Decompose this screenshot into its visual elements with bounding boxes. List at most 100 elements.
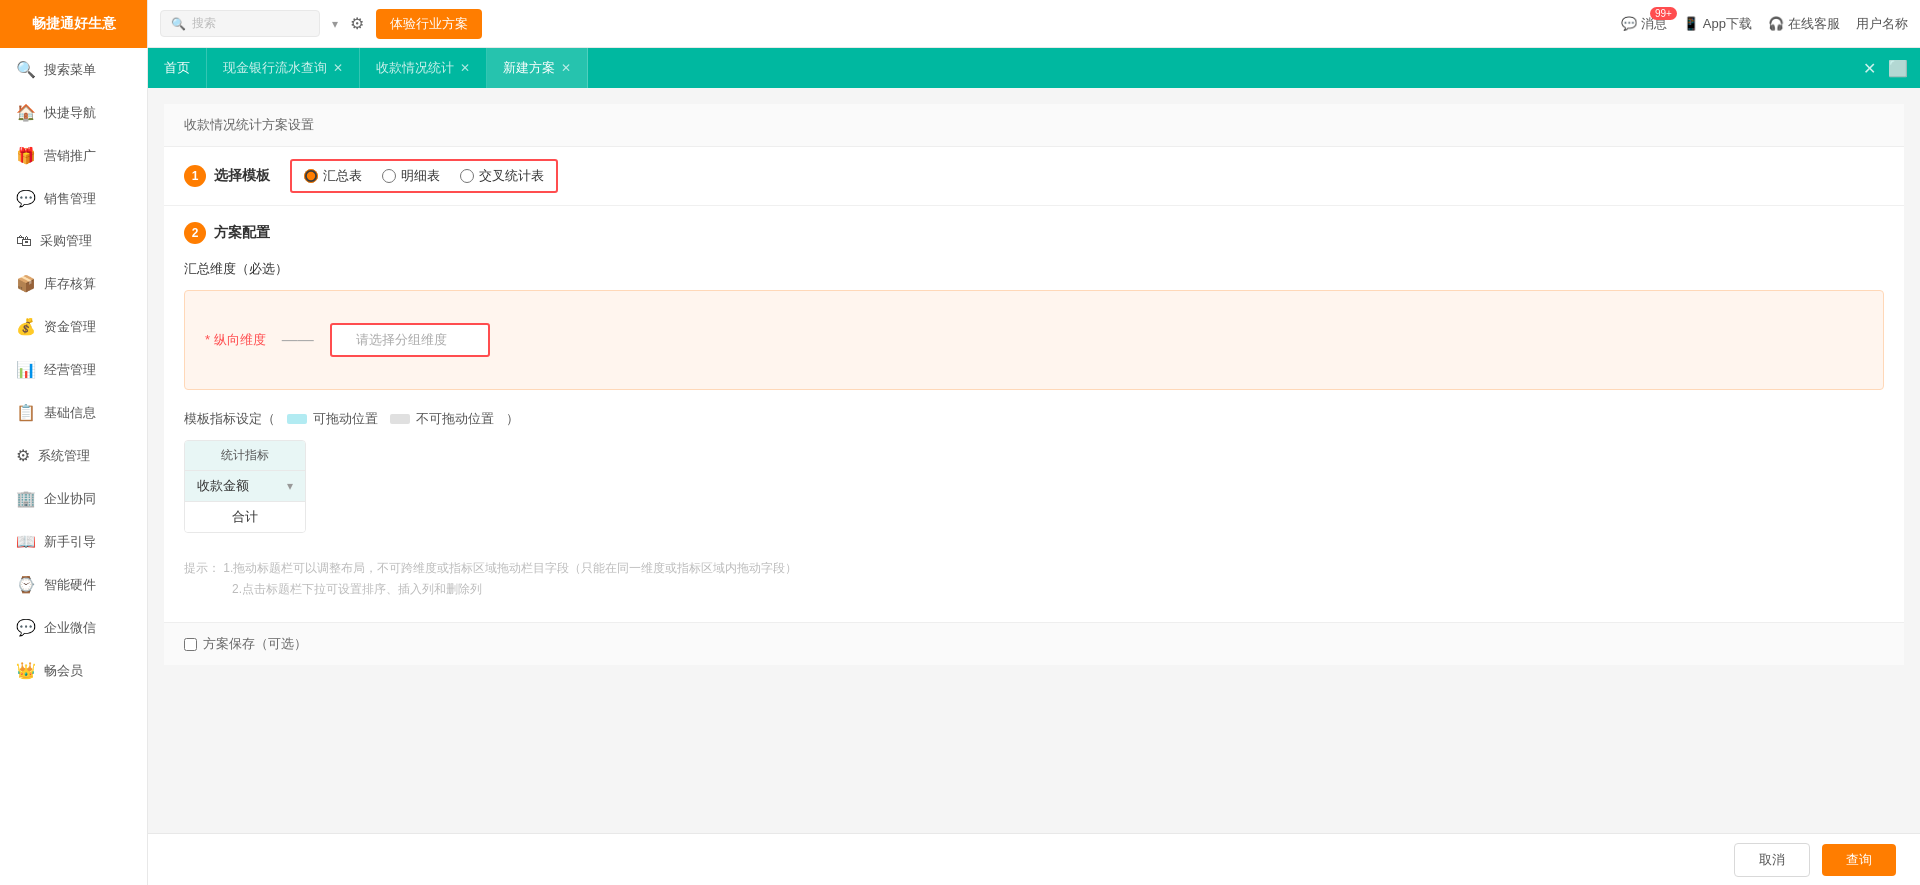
sidebar-item-operation[interactable]: 📊 经营管理 (0, 348, 147, 391)
home-icon: 🏠 (16, 103, 36, 122)
sidebar-item-label: 快捷导航 (44, 104, 96, 122)
service-label: 在线客服 (1788, 15, 1840, 33)
sidebar-item-label: 智能硬件 (44, 576, 96, 594)
sidebar-item-label: 畅会员 (44, 662, 83, 680)
download-label: App下载 (1703, 15, 1752, 33)
sidebar-item-inventory[interactable]: 📦 库存核算 (0, 262, 147, 305)
draggable-color-swatch (287, 414, 307, 424)
sidebar-item-quick-nav[interactable]: 🏠 快捷导航 (0, 91, 147, 134)
tab-new-scheme[interactable]: 新建方案 ✕ (487, 48, 588, 88)
template-selection-box: 汇总表 明细表 交叉统计表 (290, 159, 558, 193)
draggable-label: 可拖动位置 (313, 410, 378, 428)
radio-cross-label: 交叉统计表 (479, 167, 544, 185)
service-button[interactable]: 🎧 在线客服 (1768, 15, 1840, 33)
sidebar-item-member[interactable]: 👑 畅会员 (0, 649, 147, 692)
user-info[interactable]: 用户名称 (1856, 15, 1908, 33)
row-dimension-label: * 纵向维度 (205, 331, 266, 349)
sidebar-item-label: 资金管理 (44, 318, 96, 336)
radio-summary-label: 汇总表 (323, 167, 362, 185)
tab-bank-flow-close[interactable]: ✕ (333, 61, 343, 75)
purchase-icon: 🛍 (16, 232, 32, 250)
basic-info-icon: 📋 (16, 403, 36, 422)
tabbar: 首页 现金银行流水查询 ✕ 收款情况统计 ✕ 新建方案 ✕ ✕ ⬜ (148, 48, 1920, 88)
tab-new-scheme-close[interactable]: ✕ (561, 61, 571, 75)
tips-section: 提示： 1.拖动标题栏可以调整布局，不可跨维度或指标区域拖动栏目字段（只能在同一… (164, 552, 1904, 622)
radio-summary-input[interactable] (304, 169, 318, 183)
step2-num: 2 (184, 222, 206, 244)
legend-draggable: 可拖动位置 (287, 410, 378, 428)
close-paren: ） (506, 410, 519, 428)
message-badge: 99+ (1650, 7, 1677, 20)
fixed-color-swatch (390, 414, 410, 424)
sidebar-item-label: 企业协同 (44, 490, 96, 508)
message-button[interactable]: 💬 消息 99+ (1621, 15, 1667, 33)
main-content: 收款情况统计方案设置 1 选择模板 汇总表 明细表 (148, 88, 1920, 885)
legend-fixed: 不可拖动位置 (390, 410, 494, 428)
sidebar-item-label: 系统管理 (38, 447, 90, 465)
tab-home-label: 首页 (164, 59, 190, 77)
tab-home[interactable]: 首页 (148, 48, 207, 88)
stats-table-header: 统计指标 (185, 441, 305, 471)
operation-icon: 📊 (16, 360, 36, 379)
sidebar: 畅捷通好生意 🔍 搜索菜单 🏠 快捷导航 🎁 营销推广 💬 销售管理 🛍 采购管… (0, 0, 148, 885)
tab-receipt-stats-label: 收款情况统计 (376, 59, 454, 77)
tab-receipt-stats[interactable]: 收款情况统计 ✕ (360, 48, 487, 88)
query-button[interactable]: 查询 (1822, 844, 1896, 876)
sidebar-item-newbie[interactable]: 📖 新手引导 (0, 520, 147, 563)
indicator-section: 模板指标设定（ 可拖动位置 不可拖动位置 ） 统计指标 (184, 410, 1884, 536)
message-icon: 💬 (1621, 16, 1637, 31)
tab-close-all-icon[interactable]: ✕ (1863, 59, 1876, 78)
radio-cross-input[interactable] (460, 169, 474, 183)
corp-collab-icon: 🏢 (16, 489, 36, 508)
finance-icon: 💰 (16, 317, 36, 336)
radio-cross[interactable]: 交叉统计表 (460, 167, 544, 185)
step1-num: 1 (184, 165, 206, 187)
sidebar-item-system[interactable]: ⚙ 系统管理 (0, 434, 147, 477)
search-box[interactable]: 🔍 搜索 (160, 10, 320, 37)
bottom-section: 方案保存（可选） (164, 622, 1904, 665)
sidebar-item-finance[interactable]: 💰 资金管理 (0, 305, 147, 348)
save-scheme-checkbox[interactable] (184, 638, 197, 651)
system-icon: ⚙ (16, 446, 30, 465)
tab-receipt-stats-close[interactable]: ✕ (460, 61, 470, 75)
smart-hw-icon: ⌚ (16, 575, 36, 594)
settings-icon[interactable]: ⚙ (350, 14, 364, 33)
cancel-button[interactable]: 取消 (1734, 843, 1810, 877)
sidebar-item-corp-wechat[interactable]: 💬 企业微信 (0, 606, 147, 649)
sidebar-item-sales[interactable]: 💬 销售管理 (0, 177, 147, 220)
radio-detail[interactable]: 明细表 (382, 167, 440, 185)
save-scheme-checkbox-label[interactable]: 方案保存（可选） (184, 635, 307, 653)
search-menu-icon: 🔍 (16, 60, 36, 79)
topbar-dropdown-icon[interactable]: ▾ (332, 17, 338, 31)
tab-bank-flow[interactable]: 现金银行流水查询 ✕ (207, 48, 360, 88)
sidebar-item-label: 营销推广 (44, 147, 96, 165)
dimension-select-button[interactable]: 请选择分组维度 (330, 323, 490, 357)
sidebar-item-label: 库存核算 (44, 275, 96, 293)
radio-detail-label: 明细表 (401, 167, 440, 185)
search-placeholder: 搜索 (192, 15, 216, 32)
tab-new-scheme-label: 新建方案 (503, 59, 555, 77)
radio-summary[interactable]: 汇总表 (304, 167, 362, 185)
sidebar-item-label: 搜索菜单 (44, 61, 96, 79)
sidebar-item-smart-hw[interactable]: ⌚ 智能硬件 (0, 563, 147, 606)
sidebar-item-label: 销售管理 (44, 190, 96, 208)
tab-bank-flow-label: 现金银行流水查询 (223, 59, 327, 77)
radio-detail-input[interactable] (382, 169, 396, 183)
app-name: 畅捷通好生意 (32, 15, 116, 33)
page-title: 收款情况统计方案设置 (184, 117, 314, 132)
inventory-icon: 📦 (16, 274, 36, 293)
stats-table-cell-amount[interactable]: 收款金额 ▾ (185, 471, 305, 502)
indicator-header: 模板指标设定（ 可拖动位置 不可拖动位置 ） (184, 410, 1884, 428)
trial-button[interactable]: 体验行业方案 (376, 9, 482, 39)
marketing-icon: 🎁 (16, 146, 36, 165)
download-button[interactable]: 📱 App下载 (1683, 15, 1752, 33)
sidebar-item-search-menu[interactable]: 🔍 搜索菜单 (0, 48, 147, 91)
sidebar-item-basic-info[interactable]: 📋 基础信息 (0, 391, 147, 434)
tab-expand-icon[interactable]: ⬜ (1888, 59, 1908, 78)
sidebar-item-marketing[interactable]: 🎁 营销推广 (0, 134, 147, 177)
service-icon: 🎧 (1768, 16, 1784, 31)
sidebar-item-purchase[interactable]: 🛍 采购管理 (0, 220, 147, 262)
stats-dropdown-icon[interactable]: ▾ (287, 479, 293, 493)
sidebar-item-corp-collab[interactable]: 🏢 企业协同 (0, 477, 147, 520)
corp-wechat-icon: 💬 (16, 618, 36, 637)
